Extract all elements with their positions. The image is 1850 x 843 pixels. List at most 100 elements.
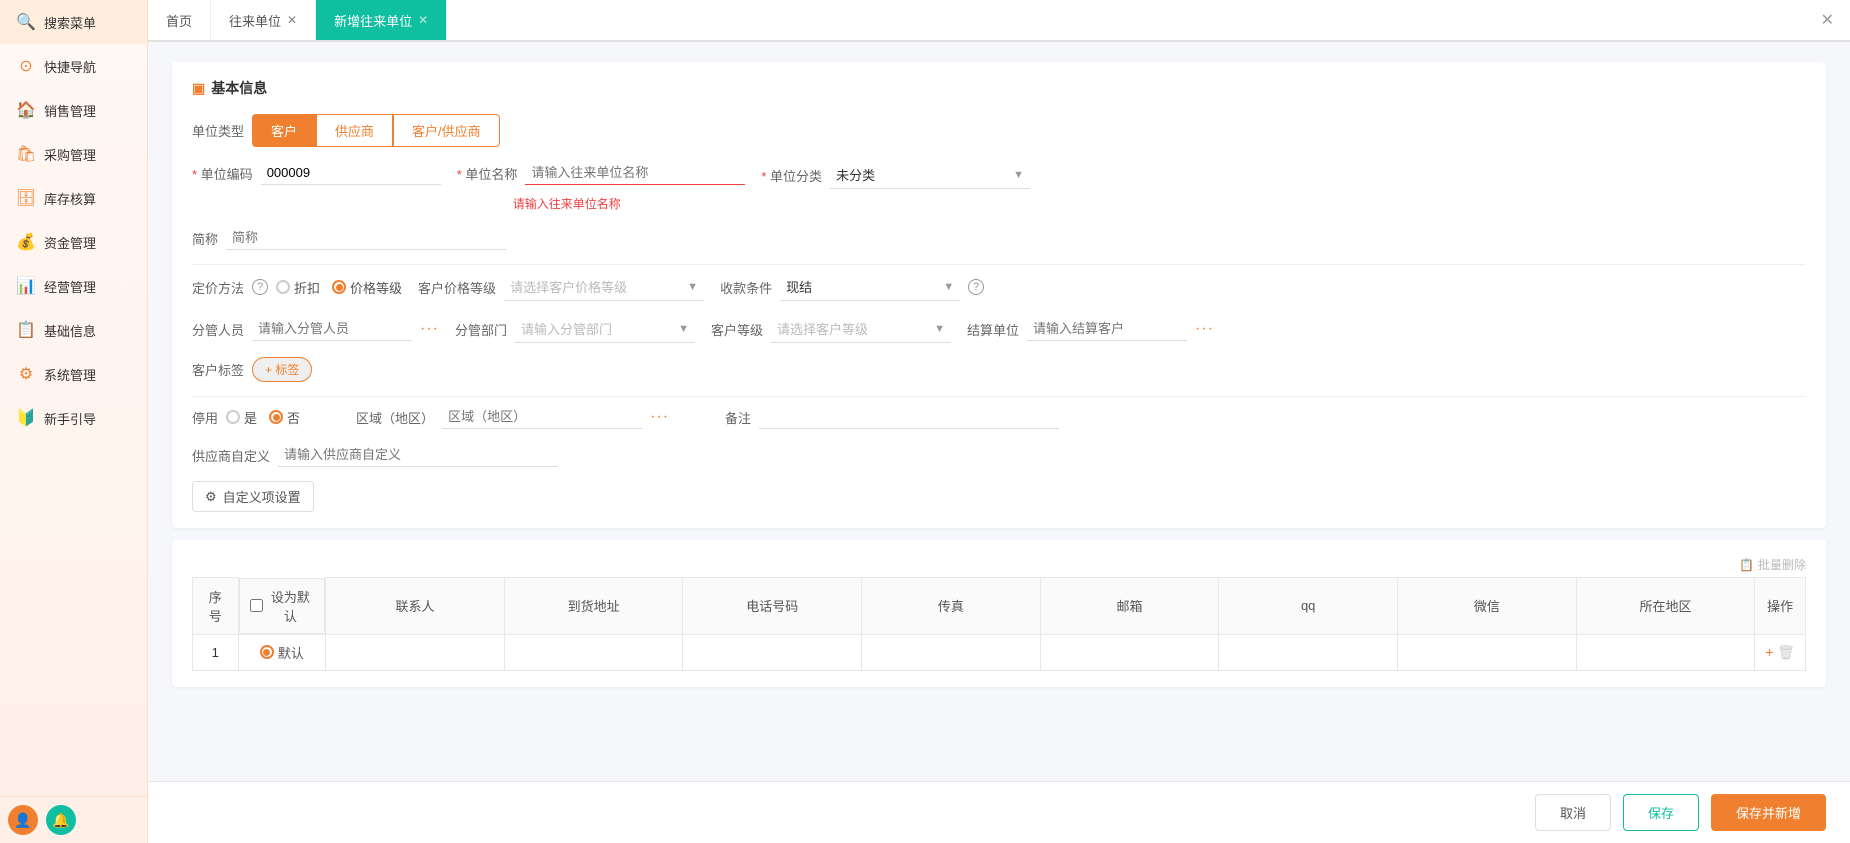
- cell-contact[interactable]: [326, 634, 505, 670]
- manager-group: 分管人员 ···: [192, 317, 439, 341]
- address-input[interactable]: [515, 645, 673, 660]
- cancel-button[interactable]: 取消: [1535, 794, 1611, 831]
- customer-level-select[interactable]: 请选择客户等级 ▼: [771, 315, 951, 343]
- tab-bar-close[interactable]: ✕: [1805, 10, 1850, 30]
- cell-wechat[interactable]: [1398, 634, 1577, 670]
- region-group: 区域（地区） ···: [356, 405, 669, 429]
- sidebar-item-guide[interactable]: 🔰 新手引导: [0, 396, 147, 440]
- qq-input[interactable]: [1229, 645, 1387, 660]
- cell-qq[interactable]: [1219, 634, 1398, 670]
- batch-delete-label[interactable]: 批量删除: [1758, 556, 1806, 573]
- short-name-group: 简称: [192, 226, 506, 250]
- unit-name-label: 单位名称: [457, 164, 518, 183]
- unit-code-input[interactable]: [261, 161, 441, 185]
- supplier-custom-input[interactable]: [278, 443, 558, 467]
- batch-delete-area: 📋 批量删除: [192, 556, 1806, 573]
- default-radio[interactable]: 默认: [249, 643, 316, 662]
- pricing-radio-price-level[interactable]: 价格等级: [332, 278, 402, 297]
- cell-fax[interactable]: [862, 634, 1041, 670]
- unit-category-select[interactable]: 未分类 ▼: [830, 161, 1030, 189]
- save-button[interactable]: 保存: [1623, 794, 1699, 831]
- manager-more[interactable]: ···: [420, 320, 439, 338]
- email-input[interactable]: [1051, 645, 1209, 660]
- cell-address[interactable]: [504, 634, 683, 670]
- pricing-method-label: 定价方法: [192, 278, 244, 297]
- customer-tag-row: 客户标签 + 标签: [192, 357, 1806, 382]
- sidebar-item-finance[interactable]: 💰 资金管理: [0, 220, 147, 264]
- unit-code-label: 单位编码: [192, 164, 253, 183]
- sidebar-item-basic-info[interactable]: 📋 基础信息: [0, 308, 147, 352]
- pricing-radio-group: 折扣 价格等级: [276, 278, 402, 297]
- region-more[interactable]: ···: [650, 408, 669, 426]
- save-add-button[interactable]: 保存并新增: [1711, 794, 1826, 831]
- disabled-yes[interactable]: 是: [226, 408, 257, 427]
- wechat-input[interactable]: [1408, 645, 1566, 660]
- disabled-no[interactable]: 否: [269, 408, 300, 427]
- remark-input[interactable]: [759, 405, 1059, 429]
- customer-price-level-select[interactable]: 请选择客户价格等级 ▼: [504, 273, 704, 301]
- tab-new-partner[interactable]: 新增往来单位 ✕: [316, 0, 447, 40]
- unit-type-customer[interactable]: 客户: [252, 114, 316, 147]
- settlement-more[interactable]: ···: [1195, 320, 1214, 338]
- sidebar: 🔍 搜索菜单 ⊙ 快捷导航 🏠 销售管理 🛍 采购管理 🗄 库存核算 💰 资金管…: [0, 0, 148, 843]
- fax-input[interactable]: [872, 645, 1030, 660]
- sidebar-item-search[interactable]: 🔍 搜索菜单: [0, 0, 147, 44]
- payment-terms-tooltip[interactable]: ?: [968, 279, 984, 295]
- manager-input[interactable]: [252, 317, 412, 341]
- unit-type-buttons: 客户 供应商 客户/供应商: [252, 114, 500, 147]
- header-checkbox[interactable]: [250, 599, 263, 612]
- notification-icon[interactable]: 🔔: [46, 805, 76, 835]
- cell-email[interactable]: [1040, 634, 1219, 670]
- sales-icon: 🏠: [16, 100, 36, 120]
- supplier-custom-row: 供应商自定义: [192, 443, 1806, 467]
- unit-name-group: 单位名称 请输入往来单位名称: [457, 161, 746, 212]
- short-name-input[interactable]: [226, 226, 506, 250]
- tab-home[interactable]: 首页: [148, 0, 211, 40]
- yes-circle: [226, 410, 240, 424]
- custom-settings-button[interactable]: ⚙ 自定义项设置: [192, 481, 314, 512]
- cell-phone[interactable]: [683, 634, 862, 670]
- sidebar-item-purchase[interactable]: 🛍 采购管理: [0, 132, 147, 176]
- home-icon: ⊙: [16, 56, 36, 76]
- phone-input[interactable]: [693, 645, 851, 660]
- gear-icon: ⚙: [205, 489, 217, 505]
- sidebar-item-system[interactable]: ⚙ 系统管理: [0, 352, 147, 396]
- sidebar-bottom: 👤 🔔: [0, 796, 147, 843]
- add-tag-button[interactable]: + 标签: [252, 357, 312, 382]
- sidebar-item-label: 采购管理: [44, 145, 96, 164]
- payment-terms-select[interactable]: 现结 ▼: [780, 273, 960, 301]
- tab-partner[interactable]: 往来单位 ✕: [211, 0, 316, 40]
- settlement-input[interactable]: [1027, 317, 1187, 341]
- row-add-button[interactable]: +: [1765, 644, 1773, 660]
- sidebar-item-label: 基础信息: [44, 321, 96, 340]
- row-delete-button[interactable]: 🗑: [1777, 644, 1795, 661]
- unit-type-both[interactable]: 客户/供应商: [393, 114, 500, 147]
- region-input[interactable]: [442, 405, 642, 429]
- cell-index: 1: [193, 634, 239, 670]
- tab-new-partner-close[interactable]: ✕: [418, 13, 428, 27]
- unit-name-input[interactable]: [525, 161, 745, 185]
- unit-name-error: 请输入往来单位名称: [513, 195, 621, 212]
- sidebar-item-label: 经营管理: [44, 277, 96, 296]
- dept-chevron: ▼: [678, 323, 689, 335]
- pricing-radio-discount[interactable]: 折扣: [276, 278, 320, 297]
- unit-category-group: 单位分类 未分类 ▼: [761, 161, 1030, 189]
- region-cell-input[interactable]: [1587, 645, 1745, 660]
- pricing-tooltip-icon[interactable]: ?: [252, 279, 268, 295]
- department-select[interactable]: 请输入分管部门 ▼: [515, 315, 695, 343]
- sidebar-item-sales[interactable]: 🏠 销售管理: [0, 88, 147, 132]
- contact-input[interactable]: [336, 645, 494, 660]
- tab-partner-close[interactable]: ✕: [287, 13, 297, 27]
- unit-type-supplier[interactable]: 供应商: [316, 114, 393, 147]
- col-phone: 电话号码: [683, 578, 862, 635]
- supplier-custom-label: 供应商自定义: [192, 446, 270, 465]
- sidebar-item-operations[interactable]: 📊 经营管理: [0, 264, 147, 308]
- sidebar-item-inventory[interactable]: 🗄 库存核算: [0, 176, 147, 220]
- cell-region[interactable]: [1576, 634, 1755, 670]
- unit-type-row: 单位类型 客户 供应商 客户/供应商: [192, 114, 1806, 147]
- sidebar-item-quick-nav[interactable]: ⊙ 快捷导航: [0, 44, 147, 88]
- user-avatar[interactable]: 👤: [8, 805, 38, 835]
- col-wechat: 微信: [1398, 578, 1577, 635]
- price-level-dot: [336, 284, 343, 291]
- operations-icon: 📊: [16, 276, 36, 296]
